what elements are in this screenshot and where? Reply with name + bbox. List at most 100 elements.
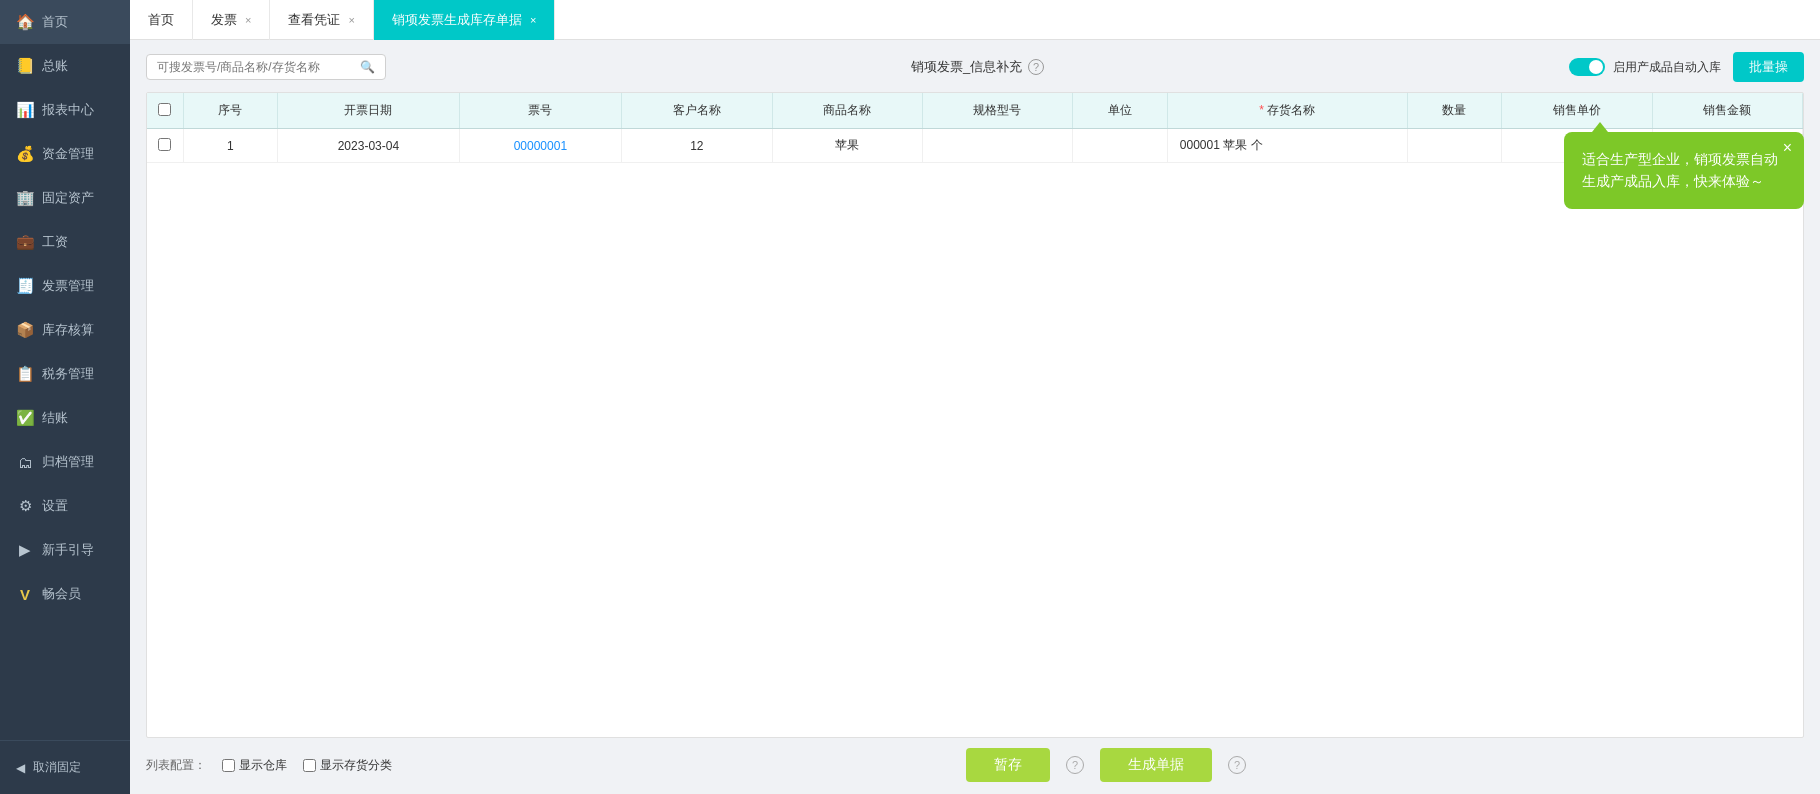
asset-icon: 🏢 [16, 189, 34, 207]
pin-icon: ◀ [16, 761, 25, 775]
vip-icon: V [16, 586, 34, 603]
th-checkbox [147, 93, 183, 129]
search-box[interactable]: 🔍 [146, 54, 386, 80]
sidebar-item-label: 畅会员 [42, 585, 81, 603]
pin-button[interactable]: ◀ 取消固定 [0, 749, 130, 786]
th-spec: 规格型号 [922, 93, 1072, 129]
th-seq: 序号 [183, 93, 278, 129]
sidebar-bottom: ◀ 取消固定 [0, 740, 130, 794]
batch-button[interactable]: 批量操 [1733, 52, 1804, 82]
sidebar-item-label: 首页 [42, 13, 68, 31]
sidebar-item-labor[interactable]: 💼 工资 [0, 220, 130, 264]
invoice-icon: 🧾 [16, 277, 34, 295]
sidebar-item-label: 工资 [42, 233, 68, 251]
pin-label: 取消固定 [33, 759, 81, 776]
th-quantity: 数量 [1407, 93, 1502, 129]
sidebar-item-asset[interactable]: 🏢 固定资产 [0, 176, 130, 220]
show-category-label[interactable]: 显示存货分类 [303, 757, 392, 774]
sidebar-item-home[interactable]: 🏠 首页 [0, 0, 130, 44]
row-checkbox-cell [147, 129, 183, 163]
tax-icon: 📋 [16, 365, 34, 383]
th-unit: 单位 [1073, 93, 1168, 129]
settle-icon: ✅ [16, 409, 34, 427]
toggle-group: 启用产成品自动入库 [1569, 58, 1721, 76]
row-product: 苹果 [772, 129, 922, 163]
row-number-link[interactable]: 00000001 [514, 139, 567, 153]
sidebar-item-label: 结账 [42, 409, 68, 427]
data-table-wrap: 序号 开票日期 票号 客户名称 商品名称 规格型号 单位 * 存货名称 数量 销… [146, 92, 1804, 738]
th-stock-name: * 存货名称 [1167, 93, 1407, 129]
sidebar-item-report[interactable]: 📊 报表中心 [0, 88, 130, 132]
save-button[interactable]: 暂存 [966, 748, 1050, 782]
th-amount: 销售金额 [1652, 93, 1802, 129]
sidebar-item-tax[interactable]: 📋 税务管理 [0, 352, 130, 396]
sidebar-item-label: 归档管理 [42, 453, 94, 471]
bottom-bar: 列表配置： 显示仓库 显示存货分类 暂存 ? 生成单据 ? [146, 738, 1804, 782]
inventory-icon: 📦 [16, 321, 34, 339]
show-warehouse-text: 显示仓库 [239, 757, 287, 774]
row-customer: 12 [622, 129, 772, 163]
search-input[interactable] [157, 60, 354, 74]
tab-stock-close[interactable]: × [530, 14, 536, 26]
auto-storage-toggle[interactable] [1569, 58, 1605, 76]
tab-voucher-close[interactable]: × [348, 14, 354, 26]
tab-invoice[interactable]: 发票 × [193, 0, 270, 40]
row-checkbox[interactable] [158, 138, 171, 151]
sidebar-item-label: 设置 [42, 497, 68, 515]
tooltip-close-button[interactable]: × [1783, 140, 1792, 156]
tooltip-text: 适合生产型企业，销项发票自动生成产成品入库，快来体验～ [1582, 151, 1778, 189]
sidebar-item-ledger[interactable]: 📒 总账 [0, 44, 130, 88]
sidebar: 🏠 首页 📒 总账 📊 报表中心 💰 资金管理 🏢 固定资产 💼 工资 🧾 发票… [0, 0, 130, 794]
row-seq: 1 [183, 129, 278, 163]
sidebar-item-vip[interactable]: V 畅会员 [0, 572, 130, 616]
search-icon: 🔍 [360, 60, 375, 74]
select-all-checkbox[interactable] [158, 103, 171, 116]
toggle-label: 启用产成品自动入库 [1613, 59, 1721, 76]
row-spec [922, 129, 1072, 163]
row-stock-name[interactable]: 000001 苹果 个 [1167, 129, 1407, 163]
generate-button[interactable]: 生成单据 [1100, 748, 1212, 782]
archive-icon: 🗂 [16, 454, 34, 471]
data-table: 序号 开票日期 票号 客户名称 商品名称 规格型号 单位 * 存货名称 数量 销… [147, 93, 1803, 163]
list-config-label: 列表配置： [146, 757, 206, 774]
tab-voucher-label: 查看凭证 [288, 11, 340, 29]
info-label: 销项发票_信息补充 [911, 58, 1022, 76]
tooltip-arrow [1592, 122, 1608, 132]
sidebar-item-label: 库存核算 [42, 321, 94, 339]
sidebar-item-label: 资金管理 [42, 145, 94, 163]
sidebar-item-guide[interactable]: ▶ 新手引导 [0, 528, 130, 572]
th-price: 销售单价 [1502, 93, 1652, 129]
sidebar-item-archive[interactable]: 🗂 归档管理 [0, 440, 130, 484]
tabbar: 首页 发票 × 查看凭证 × 销项发票生成库存单据 × [130, 0, 1820, 40]
tab-home-label: 首页 [148, 11, 174, 29]
tab-stock[interactable]: 销项发票生成库存单据 × [374, 0, 555, 40]
row-unit [1073, 129, 1168, 163]
finance-icon: 💰 [16, 145, 34, 163]
sidebar-item-inventory[interactable]: 📦 库存核算 [0, 308, 130, 352]
show-category-text: 显示存货分类 [320, 757, 392, 774]
info-section: 销项发票_信息补充 ? [398, 58, 1557, 76]
sidebar-item-settings[interactable]: ⚙ 设置 [0, 484, 130, 528]
th-number: 票号 [459, 93, 622, 129]
sidebar-item-invoice[interactable]: 🧾 发票管理 [0, 264, 130, 308]
table-header-row: 序号 开票日期 票号 客户名称 商品名称 规格型号 单位 * 存货名称 数量 销… [147, 93, 1803, 129]
main-content: 首页 发票 × 查看凭证 × 销项发票生成库存单据 × 🔍 销项发票_信息补充 … [130, 0, 1820, 794]
row-quantity [1407, 129, 1502, 163]
tab-invoice-close[interactable]: × [245, 14, 251, 26]
sidebar-item-label: 新手引导 [42, 541, 94, 559]
sidebar-item-label: 税务管理 [42, 365, 94, 383]
sidebar-item-settle[interactable]: ✅ 结账 [0, 396, 130, 440]
sidebar-item-label: 报表中心 [42, 101, 94, 119]
sidebar-item-finance[interactable]: 💰 资金管理 [0, 132, 130, 176]
tab-voucher[interactable]: 查看凭证 × [270, 0, 373, 40]
guide-icon: ▶ [16, 541, 34, 559]
generate-help-icon[interactable]: ? [1228, 756, 1246, 774]
ledger-icon: 📒 [16, 57, 34, 75]
show-warehouse-checkbox[interactable] [222, 759, 235, 772]
show-warehouse-label[interactable]: 显示仓库 [222, 757, 287, 774]
show-category-checkbox[interactable] [303, 759, 316, 772]
row-number[interactable]: 00000001 [459, 129, 622, 163]
info-help-icon[interactable]: ? [1028, 59, 1044, 75]
save-help-icon[interactable]: ? [1066, 756, 1084, 774]
tab-home[interactable]: 首页 [130, 0, 193, 40]
